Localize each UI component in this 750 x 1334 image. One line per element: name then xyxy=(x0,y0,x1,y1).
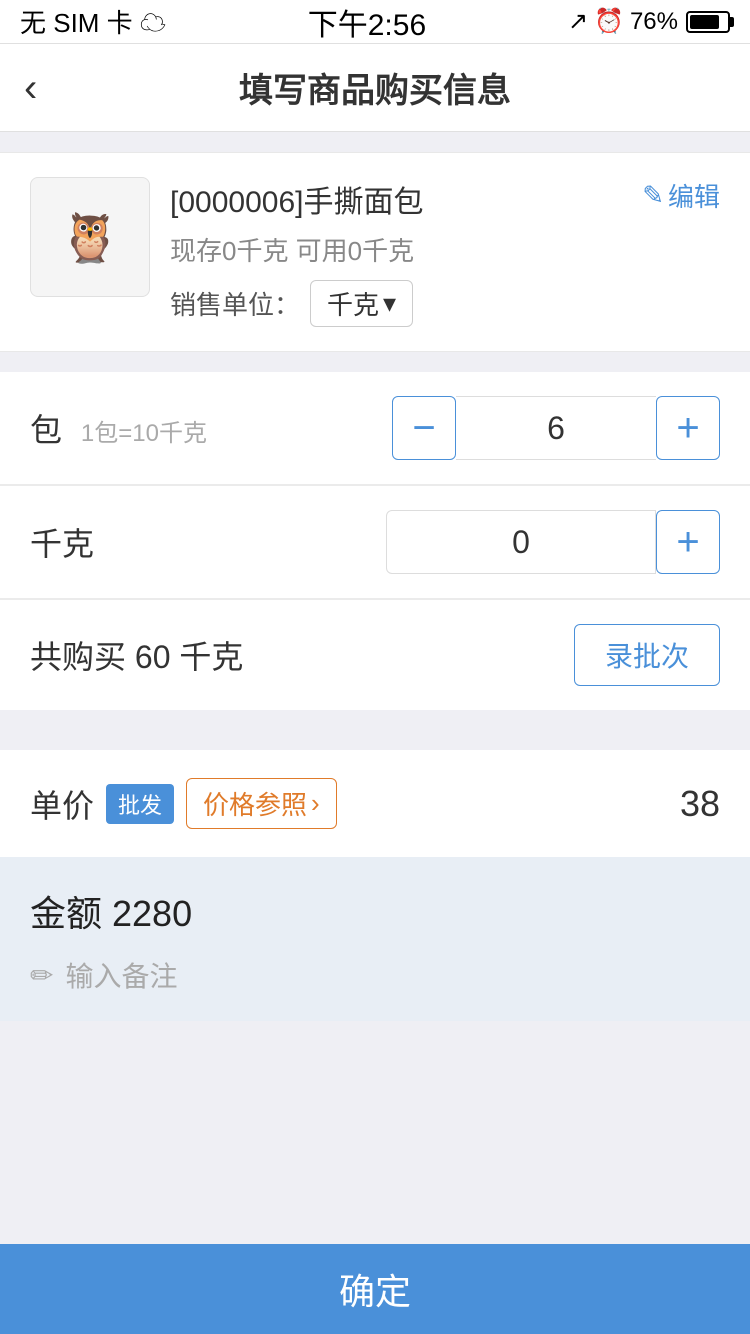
alarm-icon: ⏰ xyxy=(594,7,624,36)
edit-button[interactable]: ✎ 编辑 xyxy=(642,177,720,214)
owl-logo-icon: 🦉 xyxy=(60,209,120,266)
bao-label: 包 xyxy=(30,412,62,448)
price-ref-button[interactable]: 价格参照 › xyxy=(186,778,337,829)
amount-label: 金额 2280 xyxy=(30,893,192,934)
unit-value: 千克 xyxy=(327,285,379,322)
batch-button[interactable]: 录批次 xyxy=(574,624,720,686)
edit-label: 编辑 xyxy=(668,177,720,214)
bao-section: 包 1包=10千克 − + xyxy=(0,372,750,485)
bao-minus-button[interactable]: − xyxy=(392,396,456,460)
section-divider-1 xyxy=(0,352,750,372)
amount-section: 金额 2280 ✏ 输入备注 xyxy=(0,857,750,1021)
bao-plus-button[interactable]: + xyxy=(656,396,720,460)
bao-quantity-control: − + xyxy=(392,396,720,460)
bao-label-group: 包 1包=10千克 xyxy=(30,405,392,451)
note-row[interactable]: ✏ 输入备注 xyxy=(30,955,720,1011)
status-time: 下午2:56 xyxy=(308,0,426,44)
edit-icon: ✎ xyxy=(642,180,664,211)
confirm-button[interactable]: 确定 xyxy=(0,1244,750,1334)
product-card: 🦉 [0000006]手撕面包 ✎ 编辑 现存0千克 可用0千克 销售单位： 千… xyxy=(0,152,750,352)
bao-input-row: 包 1包=10千克 − + xyxy=(0,372,750,485)
qianke-input-row: 千克 + xyxy=(0,485,750,599)
status-right: ↗ ⏰ 76% xyxy=(568,7,730,36)
product-unit-row: 销售单位： 千克 ▾ xyxy=(170,280,720,327)
battery-icon xyxy=(686,11,730,33)
price-label-group: 单价 批发 价格参照 › xyxy=(30,778,337,829)
price-section: 单价 批发 价格参照 › 38 xyxy=(0,750,750,857)
bao-hint: 1包=10千克 xyxy=(81,420,207,447)
qianke-section: 千克 + xyxy=(0,485,750,599)
summary-text: 共购买 60 千克 xyxy=(30,632,243,678)
unit-label: 销售单位： xyxy=(170,285,300,322)
dropdown-arrow-icon: ▾ xyxy=(383,288,396,319)
summary-row: 共购买 60 千克 录批次 xyxy=(0,599,750,710)
qianke-quantity-input[interactable] xyxy=(386,510,656,574)
location-icon: ↗ xyxy=(568,7,588,36)
product-stock: 现存0千克 可用0千克 xyxy=(170,231,720,268)
bao-quantity-input[interactable] xyxy=(456,396,656,460)
product-info: [0000006]手撕面包 ✎ 编辑 现存0千克 可用0千克 销售单位： 千克 … xyxy=(170,177,720,327)
qianke-label: 千克 xyxy=(30,519,386,565)
price-label: 单价 xyxy=(30,781,94,827)
pifa-badge: 批发 xyxy=(106,784,174,824)
no-sim-label: 无 SIM 卡 ☁ xyxy=(20,3,166,40)
confirm-label: 确定 xyxy=(339,1263,411,1315)
price-row: 单价 批发 价格参照 › 38 xyxy=(30,778,720,829)
pencil-icon: ✏ xyxy=(30,959,53,992)
nav-bar: ‹ 填写商品购买信息 xyxy=(0,44,750,132)
amount-row: 金额 2280 xyxy=(30,885,720,937)
price-ref-label: 价格参照 xyxy=(203,785,307,822)
page-title: 填写商品购买信息 xyxy=(239,63,511,112)
section-divider-2 xyxy=(0,710,750,730)
price-value: 38 xyxy=(680,783,720,825)
product-image: 🦉 xyxy=(30,177,150,297)
status-bar: 无 SIM 卡 ☁ 下午2:56 ↗ ⏰ 76% xyxy=(0,0,750,44)
qianke-plus-button[interactable]: + xyxy=(656,510,720,574)
status-left: 无 SIM 卡 ☁ xyxy=(20,3,166,40)
note-placeholder: 输入备注 xyxy=(65,955,177,995)
battery-percent: 76% xyxy=(630,8,678,36)
product-name: [0000006]手撕面包 xyxy=(170,177,423,221)
back-button[interactable]: ‹ xyxy=(24,68,37,108)
price-ref-arrow-icon: › xyxy=(311,788,320,819)
qianke-quantity-control: + xyxy=(386,510,720,574)
unit-dropdown[interactable]: 千克 ▾ xyxy=(310,280,413,327)
